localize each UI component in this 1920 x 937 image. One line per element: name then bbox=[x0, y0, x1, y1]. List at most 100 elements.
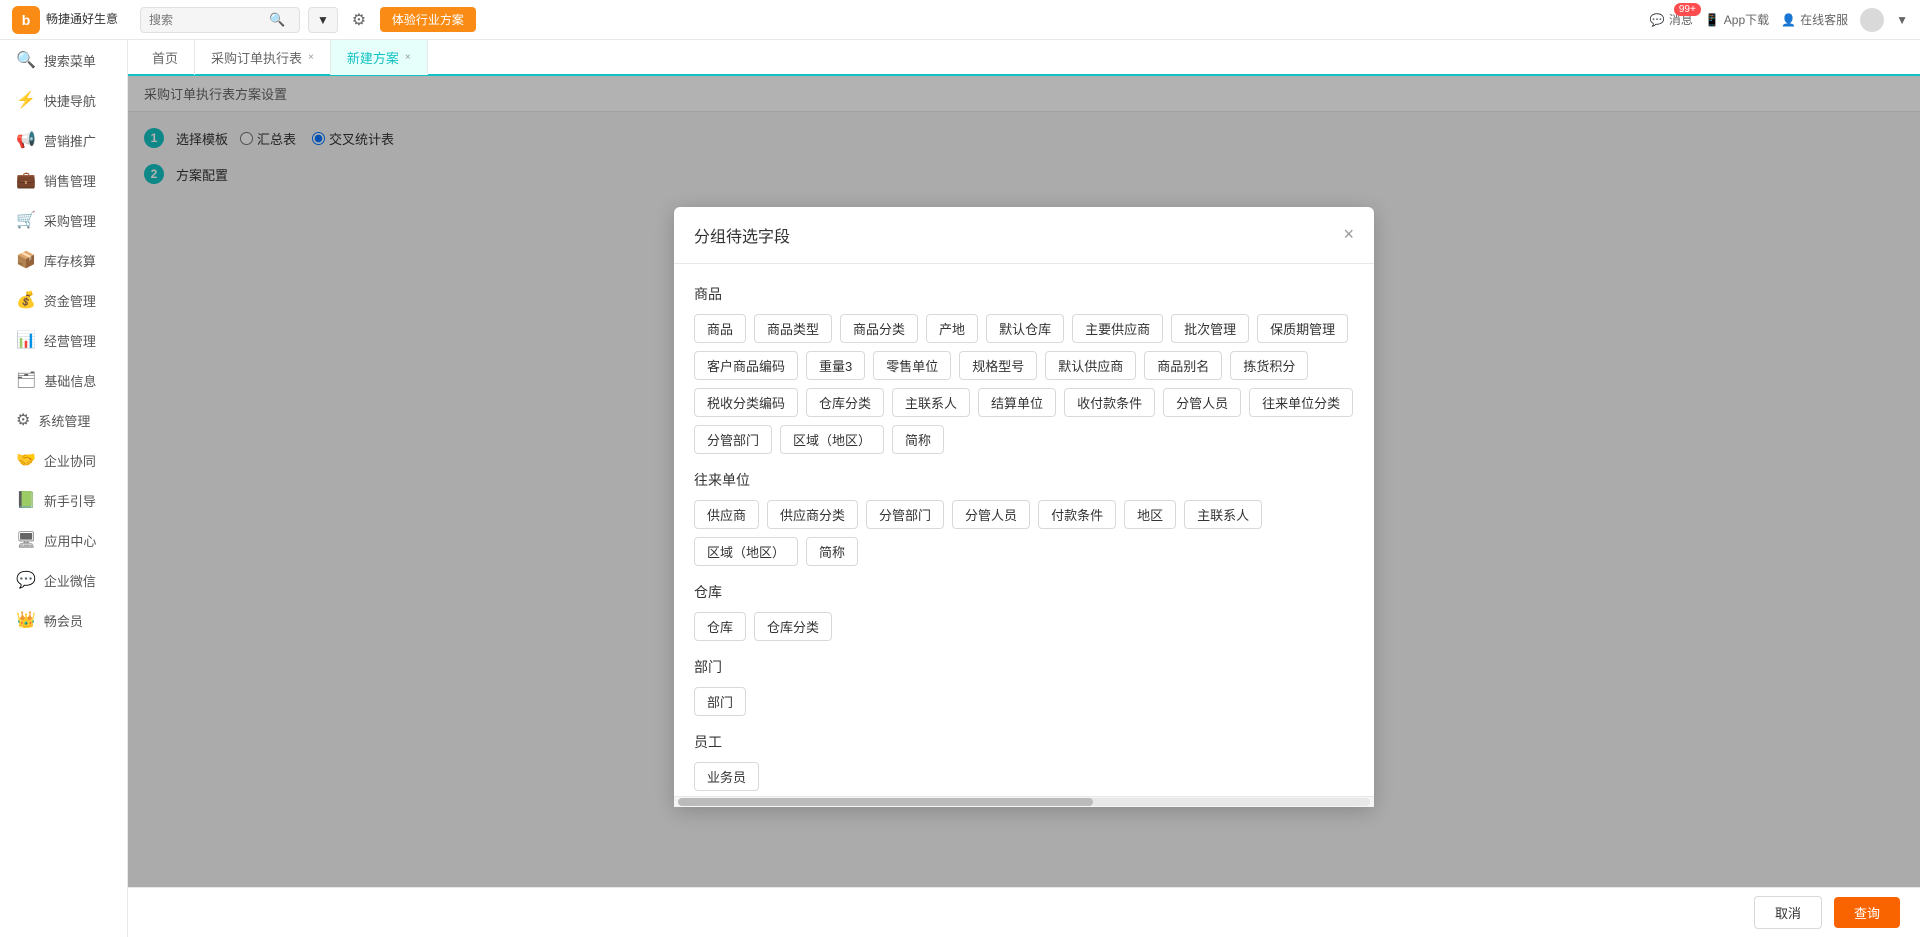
top-search-box[interactable]: 🔍 bbox=[140, 7, 300, 33]
app-download-item[interactable]: 📱 App下载 bbox=[1705, 11, 1769, 28]
field-group-仓库: 仓库仓库分类 bbox=[694, 612, 1354, 641]
confirm-button[interactable]: 查询 bbox=[1834, 897, 1900, 928]
sidebar-icon: 🔍 bbox=[16, 50, 36, 70]
field-tag-主要供应商[interactable]: 主要供应商 bbox=[1072, 314, 1163, 343]
search-icon: 🔍 bbox=[269, 12, 285, 28]
field-tag-批次管理[interactable]: 批次管理 bbox=[1171, 314, 1249, 343]
field-group-往来单位: 供应商供应商分类分管部门分管人员付款条件地区主联系人区域（地区） 简称 bbox=[694, 500, 1354, 566]
field-tag-分管人员[interactable]: 分管人员 bbox=[1163, 388, 1241, 417]
tab-新建方案[interactable]: 新建方案 × bbox=[331, 39, 428, 75]
field-tag-简称[interactable]: 简称 bbox=[892, 425, 944, 454]
tab-首页[interactable]: 首页 bbox=[136, 39, 195, 75]
bottom-bar: 取消 查询 bbox=[0, 887, 1920, 937]
sidebar-icon: ⚙ bbox=[16, 410, 30, 430]
field-tag-规格型号[interactable]: 规格型号 bbox=[959, 351, 1037, 380]
sidebar-item-应用中心[interactable]: 🖥应用中心 bbox=[0, 520, 127, 560]
sidebar-label: 基础信息 bbox=[44, 371, 96, 390]
field-tag-重量3[interactable]: 重量3 bbox=[806, 351, 865, 380]
trial-button[interactable]: 体验行业方案 bbox=[380, 7, 476, 32]
sidebar-item-经营管理[interactable]: 📊经营管理 bbox=[0, 320, 127, 360]
field-tag-供应商分类[interactable]: 供应商分类 bbox=[767, 500, 858, 529]
field-tag-仓库[interactable]: 仓库 bbox=[694, 612, 746, 641]
notification-item[interactable]: 💬 消息 99+ bbox=[1650, 11, 1693, 28]
field-tag-分管部门[interactable]: 分管部门 bbox=[694, 425, 772, 454]
sidebar-item-资金管理[interactable]: 💰资金管理 bbox=[0, 280, 127, 320]
sidebar-item-企业微信[interactable]: 💬企业微信 bbox=[0, 560, 127, 600]
field-select-modal: 分组待选字段 × 商品商品商品类型商品分类产地默认仓库主要供应商批次管理保质期管… bbox=[674, 207, 1374, 807]
field-tag-仓库分类[interactable]: 仓库分类 bbox=[754, 612, 832, 641]
sidebar-item-营销推广[interactable]: 📢营销推广 bbox=[0, 120, 127, 160]
modal-body[interactable]: 商品商品商品类型商品分类产地默认仓库主要供应商批次管理保质期管理客户商品编码重量… bbox=[674, 264, 1374, 797]
sidebar-icon: 💬 bbox=[16, 570, 36, 590]
sidebar-item-快捷导航[interactable]: ⚡快捷导航 bbox=[0, 80, 127, 120]
tab-close-icon[interactable]: × bbox=[405, 52, 411, 63]
modal-title: 分组待选字段 bbox=[694, 223, 790, 247]
field-tag-仓库分类[interactable]: 仓库分类 bbox=[806, 388, 884, 417]
field-tag-商品[interactable]: 商品 bbox=[694, 314, 746, 343]
cancel-button[interactable]: 取消 bbox=[1754, 896, 1822, 929]
field-tag-税收分类编码[interactable]: 税收分类编码 bbox=[694, 388, 798, 417]
sidebar-icon: 🤝 bbox=[16, 450, 36, 470]
field-tag-商品类型[interactable]: 商品类型 bbox=[754, 314, 832, 343]
sidebar-item-采购管理[interactable]: 🛒采购管理 bbox=[0, 200, 127, 240]
sidebar-label: 采购管理 bbox=[44, 211, 96, 230]
search-input[interactable] bbox=[149, 13, 269, 27]
field-tag-保质期管理[interactable]: 保质期管理 bbox=[1257, 314, 1348, 343]
field-tag-地区[interactable]: 地区 bbox=[1124, 500, 1176, 529]
field-tag-零售单位[interactable]: 零售单位 bbox=[873, 351, 951, 380]
sidebar-icon: ⚡ bbox=[16, 90, 36, 110]
field-tag-分管人员[interactable]: 分管人员 bbox=[952, 500, 1030, 529]
modal-close-button[interactable]: × bbox=[1343, 224, 1354, 245]
sidebar-item-销售管理[interactable]: 💼销售管理 bbox=[0, 160, 127, 200]
field-tag-分管部门[interactable]: 分管部门 bbox=[866, 500, 944, 529]
field-tag-部门[interactable]: 部门 bbox=[694, 687, 746, 716]
sidebar-item-企业协同[interactable]: 🤝企业协同 bbox=[0, 440, 127, 480]
top-dropdown[interactable]: ▼ bbox=[308, 7, 338, 33]
sidebar-icon: 💼 bbox=[16, 170, 36, 190]
settings-button[interactable]: ⚙ bbox=[346, 7, 372, 33]
dropdown-label: ▼ bbox=[317, 13, 329, 27]
modal-horizontal-scroll[interactable] bbox=[674, 796, 1374, 806]
field-tag-客户商品编码[interactable]: 客户商品编码 bbox=[694, 351, 798, 380]
app-download-label: App下载 bbox=[1724, 11, 1769, 28]
service-icon: 👤 bbox=[1781, 13, 1796, 27]
field-tag-往来单位分类[interactable]: 往来单位分类 bbox=[1249, 388, 1353, 417]
field-tag-简称[interactable]: 简称 bbox=[806, 537, 858, 566]
field-tag-产地[interactable]: 产地 bbox=[926, 314, 978, 343]
sidebar-label: 新手引导 bbox=[44, 491, 96, 510]
user-menu-icon[interactable]: ▼ bbox=[1896, 13, 1908, 27]
field-tag-结算单位[interactable]: 结算单位 bbox=[978, 388, 1056, 417]
notification-badge: 99+ bbox=[1674, 3, 1701, 16]
field-tag-商品分类[interactable]: 商品分类 bbox=[840, 314, 918, 343]
field-tag-供应商[interactable]: 供应商 bbox=[694, 500, 759, 529]
field-tag-拣货积分[interactable]: 拣货积分 bbox=[1230, 351, 1308, 380]
field-tag-区域（地区）[interactable]: 区域（地区） bbox=[694, 537, 798, 566]
sidebar-item-搜索菜单[interactable]: 🔍 搜索菜单 bbox=[0, 40, 127, 80]
field-tag-默认供应商[interactable]: 默认供应商 bbox=[1045, 351, 1136, 380]
sidebar-item-畅会员[interactable]: 👑畅会员 bbox=[0, 600, 127, 640]
field-tag-付款条件[interactable]: 付款条件 bbox=[1038, 500, 1116, 529]
field-tag-主联系人[interactable]: 主联系人 bbox=[892, 388, 970, 417]
field-tag-业务员[interactable]: 业务员 bbox=[694, 762, 759, 791]
sidebar-item-库存核算[interactable]: 📦库存核算 bbox=[0, 240, 127, 280]
tab-label: 新建方案 bbox=[347, 48, 399, 67]
sidebar-item-基础信息[interactable]: 🗂基础信息 bbox=[0, 360, 127, 400]
app-logo-text: 畅捷通好生意 bbox=[46, 12, 118, 26]
online-service-item[interactable]: 👤 在线客服 bbox=[1781, 11, 1848, 28]
field-tag-区域（地区）[interactable]: 区域（地区） bbox=[780, 425, 884, 454]
tab-label: 采购订单执行表 bbox=[211, 48, 302, 67]
sidebar-item-新手引导[interactable]: 📗 新手引导 bbox=[0, 480, 127, 520]
tab-bar: 首页采购订单执行表 × 新建方案 × bbox=[128, 40, 1920, 76]
field-tag-收付款条件[interactable]: 收付款条件 bbox=[1064, 388, 1155, 417]
sidebar-icon: 📗 bbox=[16, 490, 36, 510]
sidebar-item-系统管理[interactable]: ⚙系统管理 bbox=[0, 400, 127, 440]
field-tag-商品别名[interactable]: 商品别名 bbox=[1144, 351, 1222, 380]
main-content: 采购订单执行表方案设置 1 选择模板 汇总表 交叉统计表 2 方案配置 分组待选… bbox=[128, 76, 1920, 937]
tab-采购订单执行表[interactable]: 采购订单执行表 × bbox=[195, 39, 331, 75]
field-tag-主联系人[interactable]: 主联系人 bbox=[1184, 500, 1262, 529]
field-tag-默认仓库[interactable]: 默认仓库 bbox=[986, 314, 1064, 343]
tab-close-icon[interactable]: × bbox=[308, 52, 314, 63]
sidebar-label: 搜索菜单 bbox=[44, 51, 96, 70]
top-right: 💬 消息 99+ 📱 App下载 👤 在线客服 ▼ bbox=[1650, 8, 1908, 32]
user-avatar[interactable] bbox=[1860, 8, 1884, 32]
